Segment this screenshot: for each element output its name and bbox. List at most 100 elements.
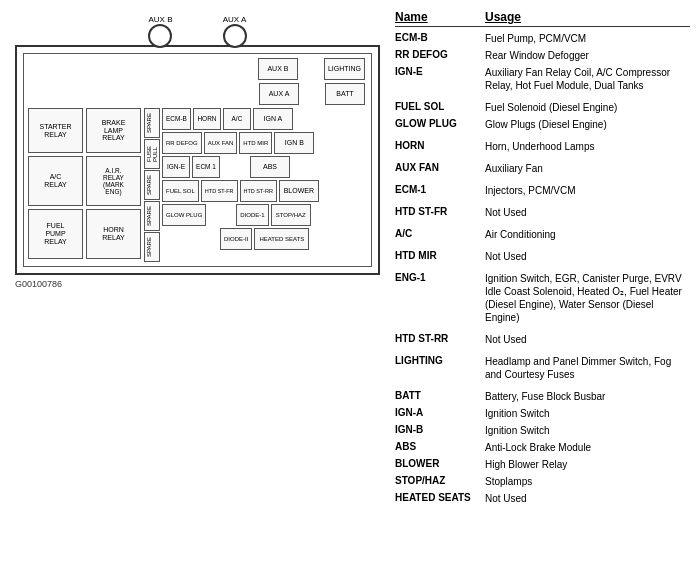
fuse-ign-a: IGN A bbox=[253, 108, 293, 130]
table-row: ECM-BFuel Pump, PCM/VCM bbox=[395, 30, 690, 47]
spare-fuse-3: SPARE bbox=[144, 201, 160, 231]
ac-relay: A/CRELAY bbox=[28, 156, 83, 206]
fuse-ac-f: A/C bbox=[223, 108, 251, 130]
row-usage: Not Used bbox=[485, 333, 690, 346]
row-name: AUX FAN bbox=[395, 162, 485, 173]
table-row: BATTBattery, Fuse Block Busbar bbox=[395, 388, 690, 405]
fuse-grid: ECM-B HORN A/C IGN A RR DEFOG AUX FAN HT… bbox=[162, 108, 367, 262]
row-name: STOP/HAZ bbox=[395, 475, 485, 486]
row-usage: Ignition Switch bbox=[485, 407, 690, 420]
spare-fuse-1: SPARE bbox=[144, 108, 160, 138]
table-row: IGN-BIgnition Switch bbox=[395, 422, 690, 439]
row-name: GLOW PLUG bbox=[395, 118, 485, 129]
fuse-puller: FUSEPULL bbox=[144, 139, 160, 169]
fuse-diode-1: DIODE-1 bbox=[236, 204, 268, 226]
row-name: BLOWER bbox=[395, 458, 485, 469]
table-row: HTD ST-FRNot Used bbox=[395, 204, 690, 221]
fuse-diagram: AUX B AUX A AUX B LIGHTING AUX A bbox=[0, 0, 390, 577]
fuse-abs: ABS bbox=[250, 156, 290, 178]
table-row: ECM-1Injectors, PCM/VCM bbox=[395, 182, 690, 199]
row-name: BATT bbox=[395, 390, 485, 401]
middle-section: SPARE FUSEPULL SPARE SPARE SPARE ECM-B H… bbox=[144, 108, 367, 262]
row-usage: Glow Plugs (Diesel Engine) bbox=[485, 118, 690, 131]
fuse-horn-f: HORN bbox=[193, 108, 221, 130]
fuse-ecm-b: ECM-B bbox=[162, 108, 191, 130]
row-usage: Not Used bbox=[485, 250, 690, 263]
connector-aux-a: AUX A bbox=[223, 15, 247, 48]
air-relay: A.I.R.RELAY(MARKENG) bbox=[86, 156, 141, 206]
row-name: IGN-B bbox=[395, 424, 485, 435]
table-row: IGN-AIgnition Switch bbox=[395, 405, 690, 422]
horn-relay: HORNRELAY bbox=[86, 209, 141, 259]
table-row: HTD MIRNot Used bbox=[395, 248, 690, 265]
row-usage: Air Conditioning bbox=[485, 228, 690, 241]
row-name: RR DEFOG bbox=[395, 49, 485, 60]
row-name: ECM-1 bbox=[395, 184, 485, 195]
relay-column-left: STARTERRELAY A/CRELAY FUELPUMPRELAY bbox=[28, 108, 83, 262]
table-row: IGN-EAuxiliary Fan Relay Coil, A/C Compr… bbox=[395, 64, 690, 94]
row-usage: Auxiliary Fan bbox=[485, 162, 690, 175]
table-row: FUEL SOLFuel Solenoid (Diesel Engine) bbox=[395, 99, 690, 116]
fuse-aux-a: AUX A bbox=[259, 83, 299, 105]
aux-b-connector bbox=[148, 24, 172, 48]
row-name: LIGHTING bbox=[395, 355, 485, 366]
relay-column-2: BRAKELAMPRELAY A.I.R.RELAY(MARKENG) HORN… bbox=[86, 108, 141, 262]
table-row: A/CAir Conditioning bbox=[395, 226, 690, 243]
header-name: Name bbox=[395, 10, 485, 24]
fuse-ign-b: IGN B bbox=[274, 132, 314, 154]
row-name: ABS bbox=[395, 441, 485, 452]
row-usage: Not Used bbox=[485, 492, 690, 505]
row-usage: Anti-Lock Brake Module bbox=[485, 441, 690, 454]
fuse-heated-seats: HEATED SEATS bbox=[254, 228, 309, 250]
fuse-aux-b: AUX B bbox=[258, 58, 298, 80]
table-row: HTD ST-RRNot Used bbox=[395, 331, 690, 348]
table-row: HORNHorn, Underhood Lamps bbox=[395, 138, 690, 155]
table-row: BLOWERHigh Blower Relay bbox=[395, 456, 690, 473]
spare-fuse-2: SPARE bbox=[144, 170, 160, 200]
row-usage: Headlamp and Panel Dimmer Switch, Fog an… bbox=[485, 355, 690, 381]
fuse-htd-st-fr: HTD ST-FR bbox=[201, 180, 238, 202]
diagram-id: G00100786 bbox=[15, 279, 380, 289]
fuse-aux-fan: AUX FAN bbox=[204, 132, 238, 154]
row-name: HTD MIR bbox=[395, 250, 485, 261]
row-name: HEATED SEATS bbox=[395, 492, 485, 503]
row-usage: Auxiliary Fan Relay Coil, A/C Compressor… bbox=[485, 66, 690, 92]
row-name: ENG-1 bbox=[395, 272, 485, 283]
row-name: HORN bbox=[395, 140, 485, 151]
fuse-ign-e: IGN-E bbox=[162, 156, 190, 178]
fuse-lighting: LIGHTING bbox=[324, 58, 365, 80]
fuse-box-outer: AUX B LIGHTING AUX A BATT STARTERRELAY A… bbox=[15, 45, 380, 275]
header-usage: Usage bbox=[485, 10, 690, 24]
row-name: IGN-E bbox=[395, 66, 485, 77]
row-name: HTD ST-FR bbox=[395, 206, 485, 217]
row-name: ECM-B bbox=[395, 32, 485, 43]
table-row: ABSAnti-Lock Brake Module bbox=[395, 439, 690, 456]
row-usage: Not Used bbox=[485, 206, 690, 219]
fuse-ecm-1: ECM 1 bbox=[192, 156, 220, 178]
table-row: RR DEFOGRear Window Defogger bbox=[395, 47, 690, 64]
row-usage: Injectors, PCM/VCM bbox=[485, 184, 690, 197]
row-name: IGN-A bbox=[395, 407, 485, 418]
table-row: STOP/HAZStoplamps bbox=[395, 473, 690, 490]
fuse-diode-2: DIODE-II bbox=[220, 228, 252, 250]
fuse-htd-mir: HTD MIR bbox=[239, 132, 272, 154]
row-name: HTD ST-RR bbox=[395, 333, 485, 344]
fuse-htd-st-rr: HTD ST-RR bbox=[240, 180, 277, 202]
fuse-fuel-sol: FUEL SOL bbox=[162, 180, 199, 202]
table-header: Name Usage bbox=[395, 10, 690, 27]
row-name: FUEL SOL bbox=[395, 101, 485, 112]
table-body: ECM-BFuel Pump, PCM/VCMRR DEFOGRear Wind… bbox=[395, 30, 690, 507]
fuse-stop-haz: STOP/HAZ bbox=[271, 204, 311, 226]
brake-lamp-relay: BRAKELAMPRELAY bbox=[86, 108, 141, 153]
row-usage: Stoplamps bbox=[485, 475, 690, 488]
spare-strip: SPARE FUSEPULL SPARE SPARE SPARE bbox=[144, 108, 160, 262]
row-usage: High Blower Relay bbox=[485, 458, 690, 471]
fuse-glow-plug: GLOW PLUG bbox=[162, 204, 206, 226]
fuse-blower: BLOWER bbox=[279, 180, 319, 202]
table-row: GLOW PLUGGlow Plugs (Diesel Engine) bbox=[395, 116, 690, 133]
fuse-table: Name Usage ECM-BFuel Pump, PCM/VCMRR DEF… bbox=[390, 0, 700, 577]
row-usage: Fuel Pump, PCM/VCM bbox=[485, 32, 690, 45]
row-usage: Battery, Fuse Block Busbar bbox=[485, 390, 690, 403]
aux-a-connector bbox=[223, 24, 247, 48]
row-name: A/C bbox=[395, 228, 485, 239]
